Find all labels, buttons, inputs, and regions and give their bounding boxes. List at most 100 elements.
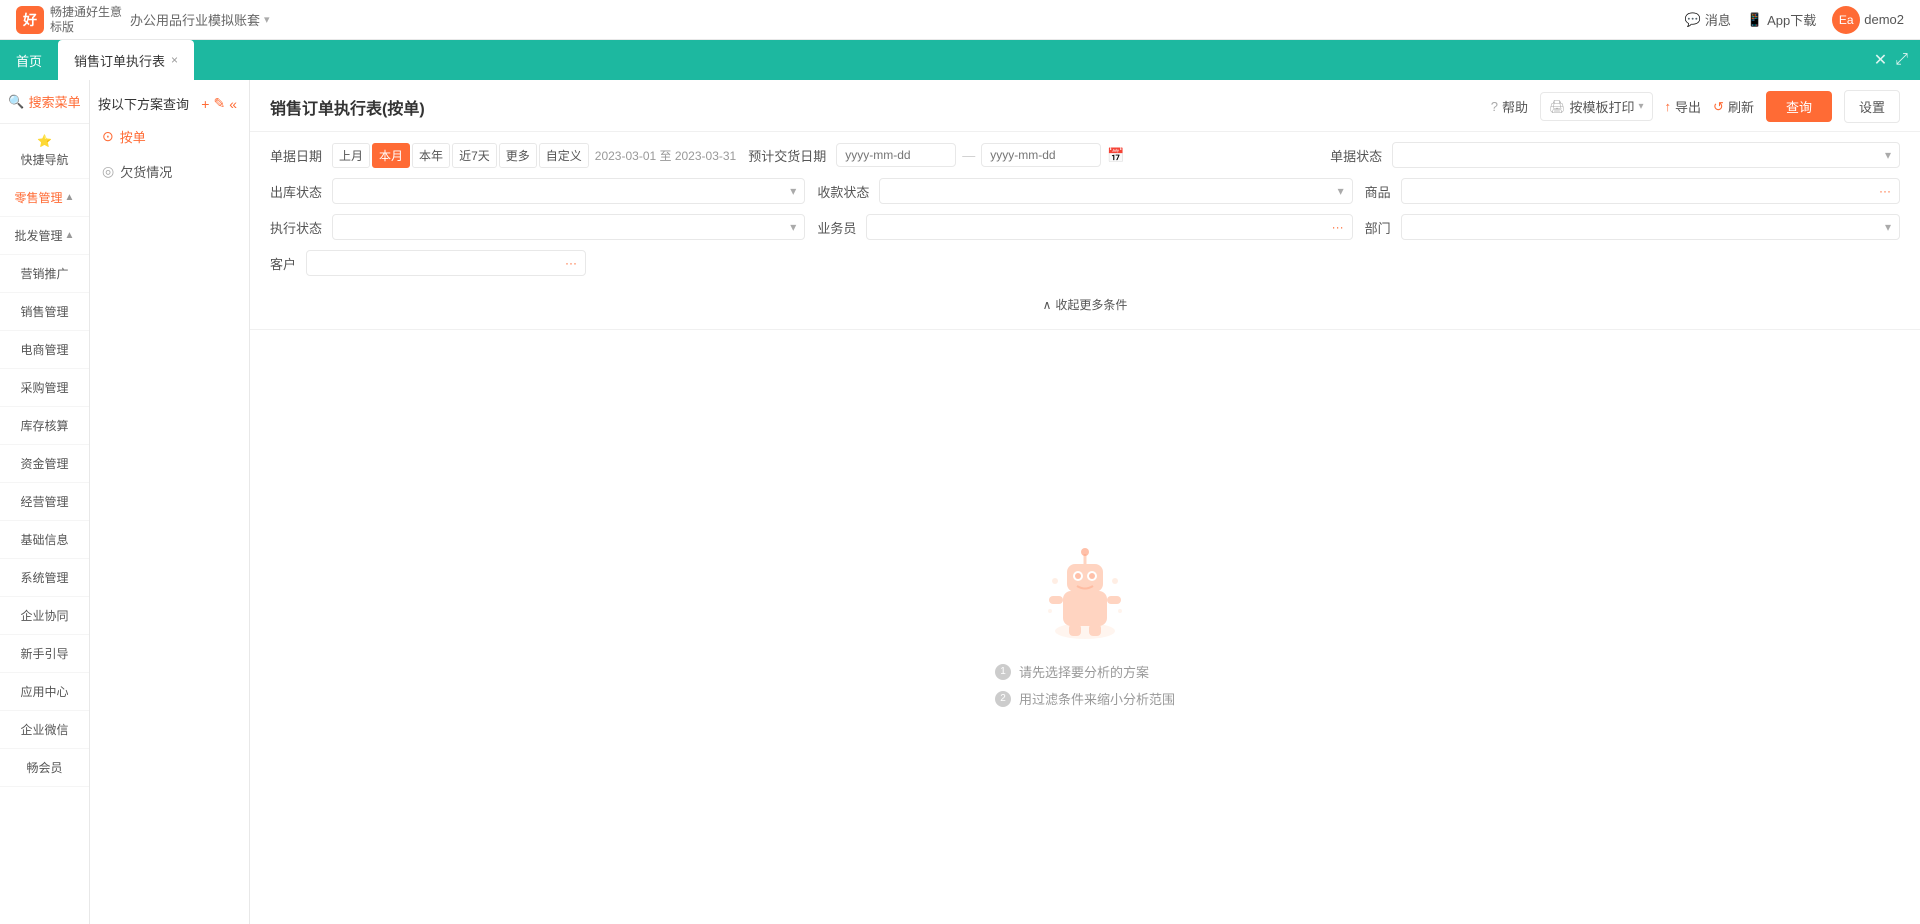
plan-item-shortage[interactable]: ◎ 欠货情况	[90, 154, 249, 189]
cooperation-label: 企业协同	[20, 607, 68, 624]
expected-date-label: 预计交货日期	[748, 146, 830, 165]
logo-area: 好 畅捷通好生意 标版	[16, 5, 122, 34]
sales-label: 销售管理	[20, 303, 68, 320]
left-panel-actions: + ✎ «	[201, 95, 237, 112]
template-print-button[interactable]: 🖨 按模板打印 ▾	[1540, 92, 1653, 121]
sidebar-item-appstore[interactable]: 应用中心	[0, 673, 89, 711]
refresh-button[interactable]: ↺ 刷新	[1713, 97, 1754, 116]
logo-line1: 畅捷通好生意	[50, 5, 122, 19]
wholesale-label: 批发管理	[15, 227, 63, 244]
date-this-month-btn[interactable]: 本月	[372, 143, 410, 168]
edit-plan-button[interactable]: ✎	[213, 95, 225, 112]
refresh-icon: ↺	[1713, 99, 1724, 115]
tab-home[interactable]: 首页	[0, 40, 58, 80]
out-status-arrow-icon: ▾	[790, 184, 796, 198]
operation-label: 经营管理	[20, 493, 68, 510]
sidebar: 🔍 搜索菜单 ⭐ 快捷导航 零售管理 ▲ 批发管理 ▲ 营销推广 销售管理 电商…	[0, 80, 90, 924]
exec-status-label: 执行状态	[270, 218, 326, 237]
plan-item-by-order[interactable]: ⊙ 按单	[90, 119, 249, 154]
goods-label: 商品	[1365, 182, 1395, 201]
goods-input[interactable]: ···	[1401, 178, 1900, 204]
app-download-button[interactable]: 📱 App下载	[1747, 10, 1816, 29]
expected-date-from-input[interactable]	[836, 143, 956, 167]
filter-row-1: 单据日期 上月 本月 本年 近7天 更多 自定义 2023-03-01 至 20…	[270, 142, 1900, 168]
status-label: 单据状态	[1330, 146, 1386, 165]
date-7days-btn[interactable]: 近7天	[452, 143, 497, 168]
expected-date-to-input[interactable]	[981, 143, 1101, 167]
inventory-label: 库存核算	[20, 417, 68, 434]
date-prev-month-btn[interactable]: 上月	[332, 143, 370, 168]
retail-arrow-icon: ▲	[65, 192, 75, 203]
date-separator: —	[962, 148, 975, 163]
setting-button[interactable]: 设置	[1844, 90, 1900, 123]
logo-text: 畅捷通好生意 标版	[50, 5, 122, 34]
export-button[interactable]: ↑ 导出	[1665, 97, 1702, 116]
exec-status-arrow-icon: ▾	[790, 220, 796, 234]
quick-nav-icon: ⭐	[37, 134, 52, 148]
date-more-btn[interactable]: 更多	[499, 143, 537, 168]
filter-date-group: 单据日期 上月 本月 本年 近7天 更多 自定义 2023-03-01 至 20…	[270, 143, 736, 168]
system-label: 系统管理	[20, 569, 68, 586]
filter-goods: 商品 ···	[1365, 178, 1900, 204]
search-menu-button[interactable]: 🔍 搜索菜单	[8, 88, 81, 115]
message-button[interactable]: 💬 消息	[1685, 10, 1731, 29]
window-expand-icon[interactable]: ⤢	[1895, 51, 1908, 69]
template-print-arrow-icon: ▾	[1639, 101, 1644, 112]
add-plan-button[interactable]: +	[201, 95, 209, 112]
sidebar-item-inventory[interactable]: 库存核算	[0, 407, 89, 445]
sidebar-item-newbie[interactable]: 新手引导	[0, 635, 89, 673]
sidebar-item-wechat[interactable]: 企业微信	[0, 711, 89, 749]
template-print-icon: 🖨	[1549, 99, 1566, 115]
template-print-label: 按模板打印	[1569, 97, 1634, 116]
sidebar-item-purchase[interactable]: 采购管理	[0, 369, 89, 407]
finance-label: 资金管理	[20, 455, 68, 472]
calendar-icon[interactable]: 📅	[1107, 147, 1124, 164]
salesperson-ellipsis-icon[interactable]: ···	[1332, 220, 1344, 234]
help-icon: ?	[1491, 99, 1498, 114]
sidebar-item-quick-nav[interactable]: ⭐ 快捷导航	[0, 124, 89, 179]
breadcrumb-arrow-icon[interactable]: ▾	[264, 13, 270, 26]
sidebar-item-ecommerce[interactable]: 电商管理	[0, 331, 89, 369]
payment-status-arrow-icon: ▾	[1338, 184, 1344, 198]
goods-ellipsis-icon[interactable]: ···	[1879, 184, 1891, 198]
empty-tips: 1 请先选择要分析的方案 2 用过滤条件来缩小分析范围	[995, 662, 1175, 708]
query-button[interactable]: 查询	[1766, 91, 1832, 122]
breadcrumb-text: 办公用品行业模拟账套	[130, 10, 260, 29]
exec-status-select[interactable]: ▾	[332, 214, 805, 240]
dept-select[interactable]: ▾	[1401, 214, 1900, 240]
date-this-year-btn[interactable]: 本年	[412, 143, 450, 168]
basic-info-label: 基础信息	[20, 531, 68, 548]
customer-ellipsis-icon[interactable]: ···	[565, 256, 577, 270]
sidebar-item-member[interactable]: 畅会员	[0, 749, 89, 787]
date-custom-btn[interactable]: 自定义	[539, 143, 589, 168]
payment-status-select[interactable]: ▾	[879, 178, 1352, 204]
plan-item-shortage-icon: ◎	[102, 163, 114, 180]
sidebar-item-marketing[interactable]: 营销推广	[0, 255, 89, 293]
salesperson-label: 业务员	[817, 218, 860, 237]
help-button[interactable]: ? 帮助	[1491, 97, 1528, 116]
filter-doc-status: 单据状态 ▾	[1330, 142, 1900, 168]
sidebar-item-wholesale[interactable]: 批发管理 ▲	[0, 217, 89, 255]
sidebar-item-system[interactable]: 系统管理	[0, 559, 89, 597]
sidebar-item-basic-info[interactable]: 基础信息	[0, 521, 89, 559]
user-profile[interactable]: Ea demo2	[1832, 6, 1904, 34]
status-select[interactable]: ▾	[1392, 142, 1900, 168]
breadcrumb: 办公用品行业模拟账套 ▾	[130, 10, 270, 29]
help-label: 帮助	[1502, 97, 1528, 116]
search-icon: 🔍	[8, 94, 24, 110]
tab-sales-order[interactable]: 销售订单执行表 ×	[58, 40, 194, 80]
sidebar-item-sales[interactable]: 销售管理	[0, 293, 89, 331]
marketing-label: 营销推广	[20, 265, 68, 282]
sidebar-item-finance[interactable]: 资金管理	[0, 445, 89, 483]
collapse-panel-button[interactable]: «	[229, 95, 237, 112]
date-range-text: 2023-03-01 至 2023-03-31	[595, 147, 736, 164]
out-status-select[interactable]: ▾	[332, 178, 805, 204]
sidebar-item-cooperation[interactable]: 企业协同	[0, 597, 89, 635]
salesperson-input[interactable]: ···	[866, 214, 1352, 240]
window-close-icon[interactable]: ✕	[1874, 50, 1887, 70]
sidebar-item-retail[interactable]: 零售管理 ▲	[0, 179, 89, 217]
sidebar-item-operation[interactable]: 经营管理	[0, 483, 89, 521]
tab-close-icon[interactable]: ×	[171, 53, 178, 67]
customer-input[interactable]: ···	[306, 250, 586, 276]
collapse-button[interactable]: ∧ 收起更多条件	[270, 290, 1900, 319]
